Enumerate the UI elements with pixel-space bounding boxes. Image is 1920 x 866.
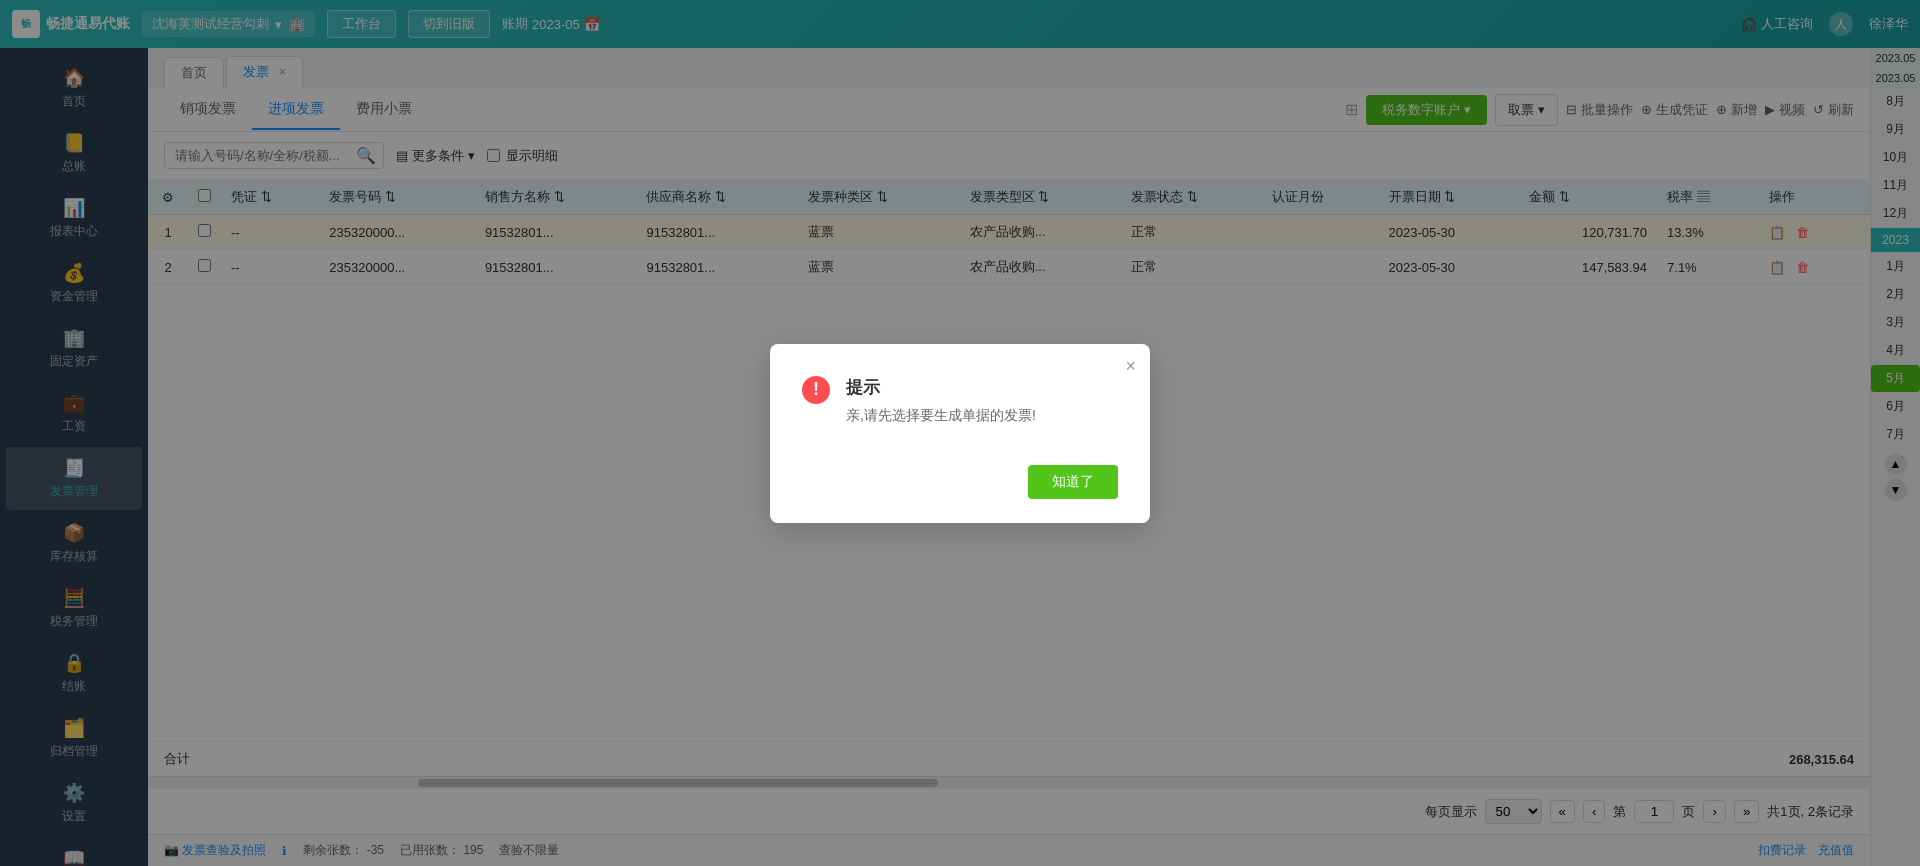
modal-confirm-button[interactable]: 知道了 xyxy=(1028,465,1118,499)
modal-close-button[interactable]: × xyxy=(1125,356,1136,377)
modal-footer: 知道了 xyxy=(770,449,1150,523)
warning-icon: ! xyxy=(802,376,830,404)
modal-content: 提示 亲,请先选择要生成单据的发票! xyxy=(846,376,1036,425)
modal-dialog: × ! 提示 亲,请先选择要生成单据的发票! 知道了 xyxy=(770,344,1150,523)
modal-body: ! 提示 亲,请先选择要生成单据的发票! xyxy=(770,344,1150,449)
modal-overlay: × ! 提示 亲,请先选择要生成单据的发票! 知道了 xyxy=(0,0,1920,866)
modal-title: 提示 xyxy=(846,376,1036,399)
modal-message: 亲,请先选择要生成单据的发票! xyxy=(846,407,1036,425)
